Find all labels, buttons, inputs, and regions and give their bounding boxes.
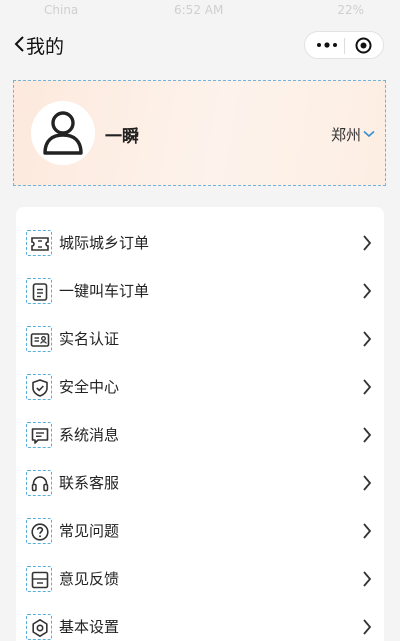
chevron-right-icon (363, 475, 372, 491)
settings-icon (26, 614, 52, 640)
page-title: 我的 (26, 36, 65, 58)
menu-list: 城际城乡订单 一键叫车订单 实名认证 安全中心 系统消息 联系客服 常见问题 意… (16, 207, 384, 641)
menu-item-label: 城际城乡订单 (59, 234, 150, 252)
status-bar: China 6:52 AM 22% (0, 0, 400, 22)
battery-label: 22% (337, 3, 364, 17)
menu-item-faq[interactable]: 常见问题 (16, 507, 384, 555)
status-time: 6:52 AM (174, 3, 224, 17)
id-card-icon (26, 326, 52, 352)
menu-item-label: 安全中心 (59, 378, 120, 396)
city-selector[interactable]: 郑州 (331, 124, 361, 145)
menu-item-label: 一键叫车订单 (59, 282, 150, 300)
message-icon (26, 422, 52, 448)
menu-item-safety-center[interactable]: 安全中心 (16, 363, 384, 411)
menu-item-real-name-verification[interactable]: 实名认证 (16, 315, 384, 363)
shield-check-icon (26, 374, 52, 400)
carrier-label: China (44, 3, 79, 17)
user-outline-icon (43, 111, 83, 155)
menu-item-label: 联系客服 (59, 474, 120, 492)
mini-program-capsule (304, 31, 384, 59)
nav-bar: 我的 (0, 22, 400, 70)
menu-item-label: 意见反馈 (59, 570, 120, 588)
menu-item-intercity-orders[interactable]: 城际城乡订单 (16, 219, 384, 267)
menu-item-label: 常见问题 (59, 522, 120, 540)
chevron-right-icon (363, 283, 372, 299)
chevron-right-icon (363, 235, 372, 251)
chevron-right-icon (363, 619, 372, 635)
avatar[interactable] (31, 101, 95, 165)
menu-item-label: 系统消息 (59, 426, 120, 444)
menu-item-label: 实名认证 (59, 330, 120, 348)
chevron-right-icon (363, 379, 372, 395)
capsule-divider (344, 38, 345, 54)
headset-icon (26, 470, 52, 496)
menu-item-call-car-orders[interactable]: 一键叫车订单 (16, 267, 384, 315)
chevron-right-icon (363, 331, 372, 347)
menu-item-feedback[interactable]: 意见反馈 (16, 555, 384, 603)
menu-item-basic-settings[interactable]: 基本设置 (16, 603, 384, 641)
menu-item-system-messages[interactable]: 系统消息 (16, 411, 384, 459)
chevron-right-icon (363, 571, 372, 587)
ticket-icon (26, 230, 52, 256)
chevron-left-icon[interactable] (12, 34, 26, 54)
target-circle-icon[interactable] (355, 37, 372, 54)
menu-item-contact-support[interactable]: 联系客服 (16, 459, 384, 507)
chevron-down-icon[interactable] (363, 130, 375, 138)
document-icon (26, 278, 52, 304)
profile-card[interactable]: 一瞬 郑州 (13, 80, 386, 186)
more-dots-icon[interactable] (316, 41, 338, 49)
question-icon (26, 518, 52, 544)
menu-item-label: 基本设置 (59, 618, 120, 636)
chevron-right-icon (363, 523, 372, 539)
user-name: 一瞬 (105, 127, 139, 147)
chevron-right-icon (363, 427, 372, 443)
inbox-icon (26, 566, 52, 592)
